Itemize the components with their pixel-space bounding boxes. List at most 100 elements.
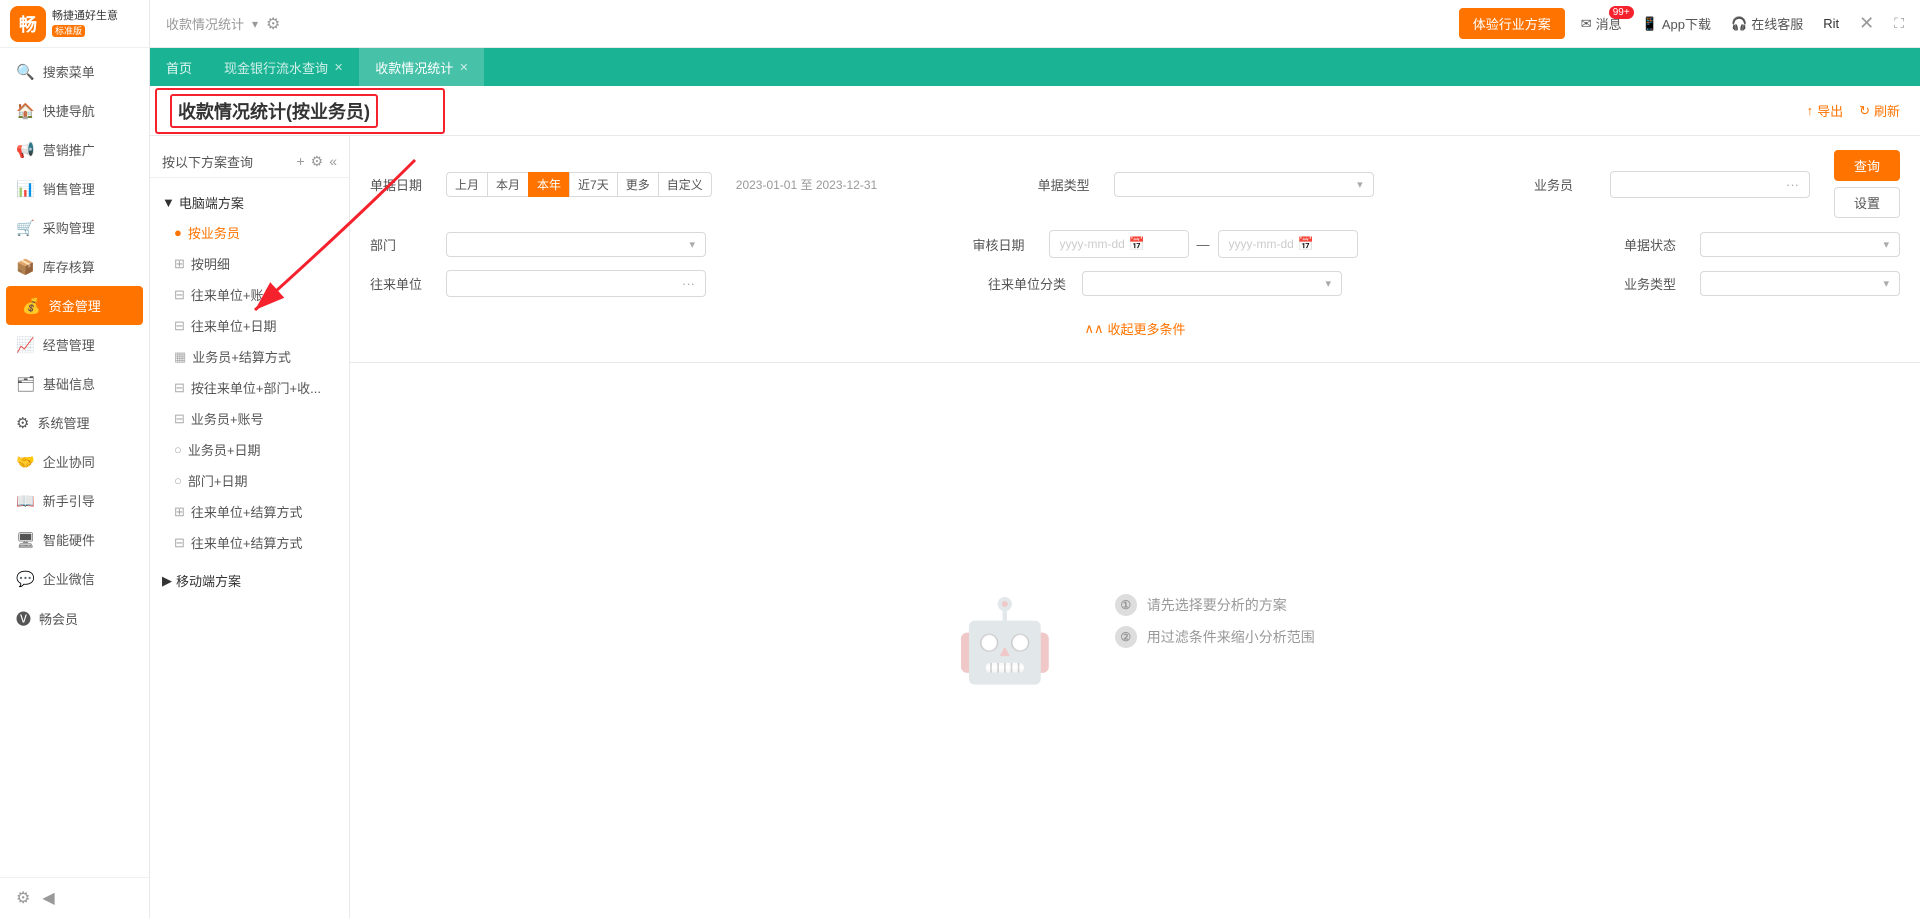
header-right: ✉ 消息 99+ 📱 App下载 🎧 在线客服 Rit ✕ ⛶: [1581, 13, 1904, 34]
maximize-icon[interactable]: ⛶: [1894, 15, 1904, 32]
plan-item-salesperson-settle[interactable]: ▦ 业务员+结算方式: [150, 341, 349, 372]
app-download-area[interactable]: 📱 App下载: [1642, 14, 1711, 33]
add-plan-icon[interactable]: +: [296, 153, 304, 170]
sidebar-item-sales[interactable]: 📊 销售管理: [0, 169, 149, 208]
audit-date-to[interactable]: yyyy-mm-dd 📅: [1218, 230, 1358, 258]
operations-icon: 📈: [16, 336, 35, 354]
sidebar-item-hardware[interactable]: 🖥 智能硬件: [0, 520, 149, 559]
clock-icon2: ○: [174, 473, 182, 488]
trial-button[interactable]: 体验行业方案: [1459, 8, 1565, 39]
date-range-tabs: 上月 本月 本年 近7天 更多 自定义: [446, 172, 712, 197]
basic-icon: 🗂: [16, 375, 35, 393]
export-button[interactable]: ↑ 导出: [1807, 101, 1844, 120]
sidebar-nav: 🔍 搜索菜单 🏠 快捷导航 📢 营销推广 📊 销售管理 🛒 采购管理 📦 库存核…: [0, 48, 149, 877]
plan-settings-icon[interactable]: ⚙: [311, 153, 324, 170]
counterparty-input[interactable]: ···: [446, 270, 706, 297]
counterparty-category-select[interactable]: ▾: [1082, 271, 1342, 296]
tab-bank[interactable]: 现金银行流水查询 ✕: [208, 48, 359, 86]
expand-icon-mobile: ▶: [162, 573, 172, 589]
counterparty-category-label: 往来单位分类: [988, 274, 1066, 293]
date-tab-more[interactable]: 更多: [617, 172, 658, 197]
date-tab-7days[interactable]: 近7天: [569, 172, 617, 197]
empty-area: 🤖 ① 请先选择要分析的方案 ② 用过滤条件来缩小分析范围: [350, 363, 1920, 918]
marketing-icon: 📢: [16, 141, 35, 159]
plan-item-salesperson[interactable]: ● 按业务员: [150, 217, 349, 248]
close-icon[interactable]: ✕: [1859, 13, 1874, 34]
salesperson-input[interactable]: ···: [1610, 171, 1810, 198]
date-tab-lastmonth[interactable]: 上月: [446, 172, 487, 197]
tab-close-bank[interactable]: ✕: [334, 61, 343, 74]
sidebar-item-finance[interactable]: 💰 资金管理: [6, 286, 143, 325]
date-tab-thisyear[interactable]: 本年: [528, 172, 569, 197]
date-label: 单据日期: [370, 175, 430, 194]
sidebar-item-inventory[interactable]: 📦 库存核算: [0, 247, 149, 286]
empty-robot-icon: 🤖: [955, 594, 1055, 688]
plan-item-party-settle1[interactable]: ⊞ 往来单位+结算方式: [150, 496, 349, 527]
refresh-button[interactable]: ↻ 刷新: [1859, 101, 1900, 120]
date-dash: —: [1193, 237, 1214, 252]
voucher-status-select[interactable]: ▾: [1700, 232, 1900, 257]
sidebar-item-system[interactable]: ⚙ 系统管理: [0, 403, 149, 442]
bar-icon: ▦: [174, 349, 186, 365]
voucher-type-select[interactable]: ▾: [1114, 172, 1374, 197]
sidebar-item-operations[interactable]: 📈 经营管理: [0, 325, 149, 364]
settings-footer-icon[interactable]: ⚙: [16, 888, 30, 908]
date-tab-custom[interactable]: 自定义: [658, 172, 712, 197]
top-header: 收款情况统计 ▾ ⚙ 体验行业方案 ✉ 消息 99+ 📱 App下载 🎧 在线客…: [150, 0, 1920, 48]
export-icon: ↑: [1807, 103, 1814, 118]
plan-item-party-account[interactable]: ⊟ 往来单位+账号: [150, 279, 349, 310]
enterprise-icon: 🤝: [16, 453, 35, 471]
collapse-panel-icon[interactable]: «: [329, 153, 337, 170]
title-actions: ↑ 导出 ↻ 刷新: [1807, 101, 1900, 120]
sidebar-item-quicknav[interactable]: 🏠 快捷导航: [0, 91, 149, 130]
sidebar: 畅 畅捷通好生意 标准版 🔍 搜索菜单 🏠 快捷导航 📢 营销推广 📊 销售管理…: [0, 0, 150, 918]
right-content: 单据日期 上月 本月 本年 近7天 更多 自定义 2023-01-01 至 20…: [350, 136, 1920, 918]
empty-step-1: ① 请先选择要分析的方案: [1115, 594, 1315, 616]
audit-date-from[interactable]: yyyy-mm-dd 📅: [1049, 230, 1189, 258]
plan-item-salesperson-account[interactable]: ⊟ 业务员+账号: [150, 403, 349, 434]
sidebar-item-wechat[interactable]: 💬 企业微信: [0, 559, 149, 598]
sidebar-item-vip[interactable]: 🅥 畅会员: [0, 598, 149, 639]
sidebar-item-enterprise[interactable]: 🤝 企业协同: [0, 442, 149, 481]
header-gear-icon[interactable]: ⚙: [266, 14, 280, 34]
biz-type-select[interactable]: ▾: [1700, 271, 1900, 296]
table-icon2: ⊟: [174, 318, 185, 334]
sidebar-item-purchase[interactable]: 🛒 采购管理: [0, 208, 149, 247]
plan-group-mobile-title[interactable]: ▶ 移动端方案: [150, 566, 349, 595]
collapse-bar[interactable]: ∧∧ 收起更多条件: [370, 309, 1900, 348]
date-tab-thismonth[interactable]: 本月: [487, 172, 528, 197]
query-button[interactable]: 查询: [1834, 150, 1900, 181]
user-name: Rit: [1823, 16, 1839, 31]
download-icon: 📱: [1642, 16, 1658, 32]
tab-close-receipt[interactable]: ✕: [459, 61, 468, 74]
collapse-footer-icon[interactable]: ◀: [42, 888, 54, 908]
plan-item-party-dept[interactable]: ⊟ 按往来单位+部门+收...: [150, 372, 349, 403]
sidebar-footer: ⚙ ◀: [0, 877, 149, 918]
message-area[interactable]: ✉ 消息 99+: [1581, 14, 1622, 33]
filter-area: 单据日期 上月 本月 本年 近7天 更多 自定义 2023-01-01 至 20…: [350, 136, 1920, 363]
plan-item-party-settle2[interactable]: ⊟ 往来单位+结算方式: [150, 527, 349, 558]
left-panel-actions: + ⚙ «: [296, 153, 337, 170]
dept-select[interactable]: ▾: [446, 232, 706, 257]
guide-icon: 📖: [16, 492, 35, 510]
empty-step-2: ② 用过滤条件来缩小分析范围: [1115, 626, 1315, 648]
plan-item-dept-date[interactable]: ○ 部门+日期: [150, 465, 349, 496]
filter-row-counterparty: 往来单位 ··· 往来单位分类 ▾ 业务类型: [370, 270, 1900, 297]
online-service-area[interactable]: 🎧 在线客服: [1731, 14, 1803, 33]
empty-steps: ① 请先选择要分析的方案 ② 用过滤条件来缩小分析范围: [1115, 594, 1315, 648]
sidebar-item-basic[interactable]: 🗂 基础信息: [0, 364, 149, 403]
tab-receipt[interactable]: 收款情况统计 ✕: [359, 48, 484, 86]
sidebar-item-marketing[interactable]: 📢 营销推广: [0, 130, 149, 169]
audit-date-label: 审核日期: [973, 235, 1033, 254]
plan-item-salesperson-date[interactable]: ○ 业务员+日期: [150, 434, 349, 465]
sidebar-item-guide[interactable]: 📖 新手引导: [0, 481, 149, 520]
plan-group-pc-title[interactable]: ▼ 电脑端方案: [150, 188, 349, 217]
sidebar-item-search[interactable]: 🔍 搜索菜单: [0, 52, 149, 91]
plan-item-party-date[interactable]: ⊟ 往来单位+日期: [150, 310, 349, 341]
setting-button[interactable]: 设置: [1834, 187, 1900, 218]
plan-item-detail[interactable]: ⊞ 按明细: [150, 248, 349, 279]
table-icon5: ⊟: [174, 535, 185, 551]
plan-group-mobile: ▶ 移动端方案: [150, 562, 349, 599]
tab-home[interactable]: 首页: [150, 48, 208, 86]
dept-label: 部门: [370, 235, 430, 254]
